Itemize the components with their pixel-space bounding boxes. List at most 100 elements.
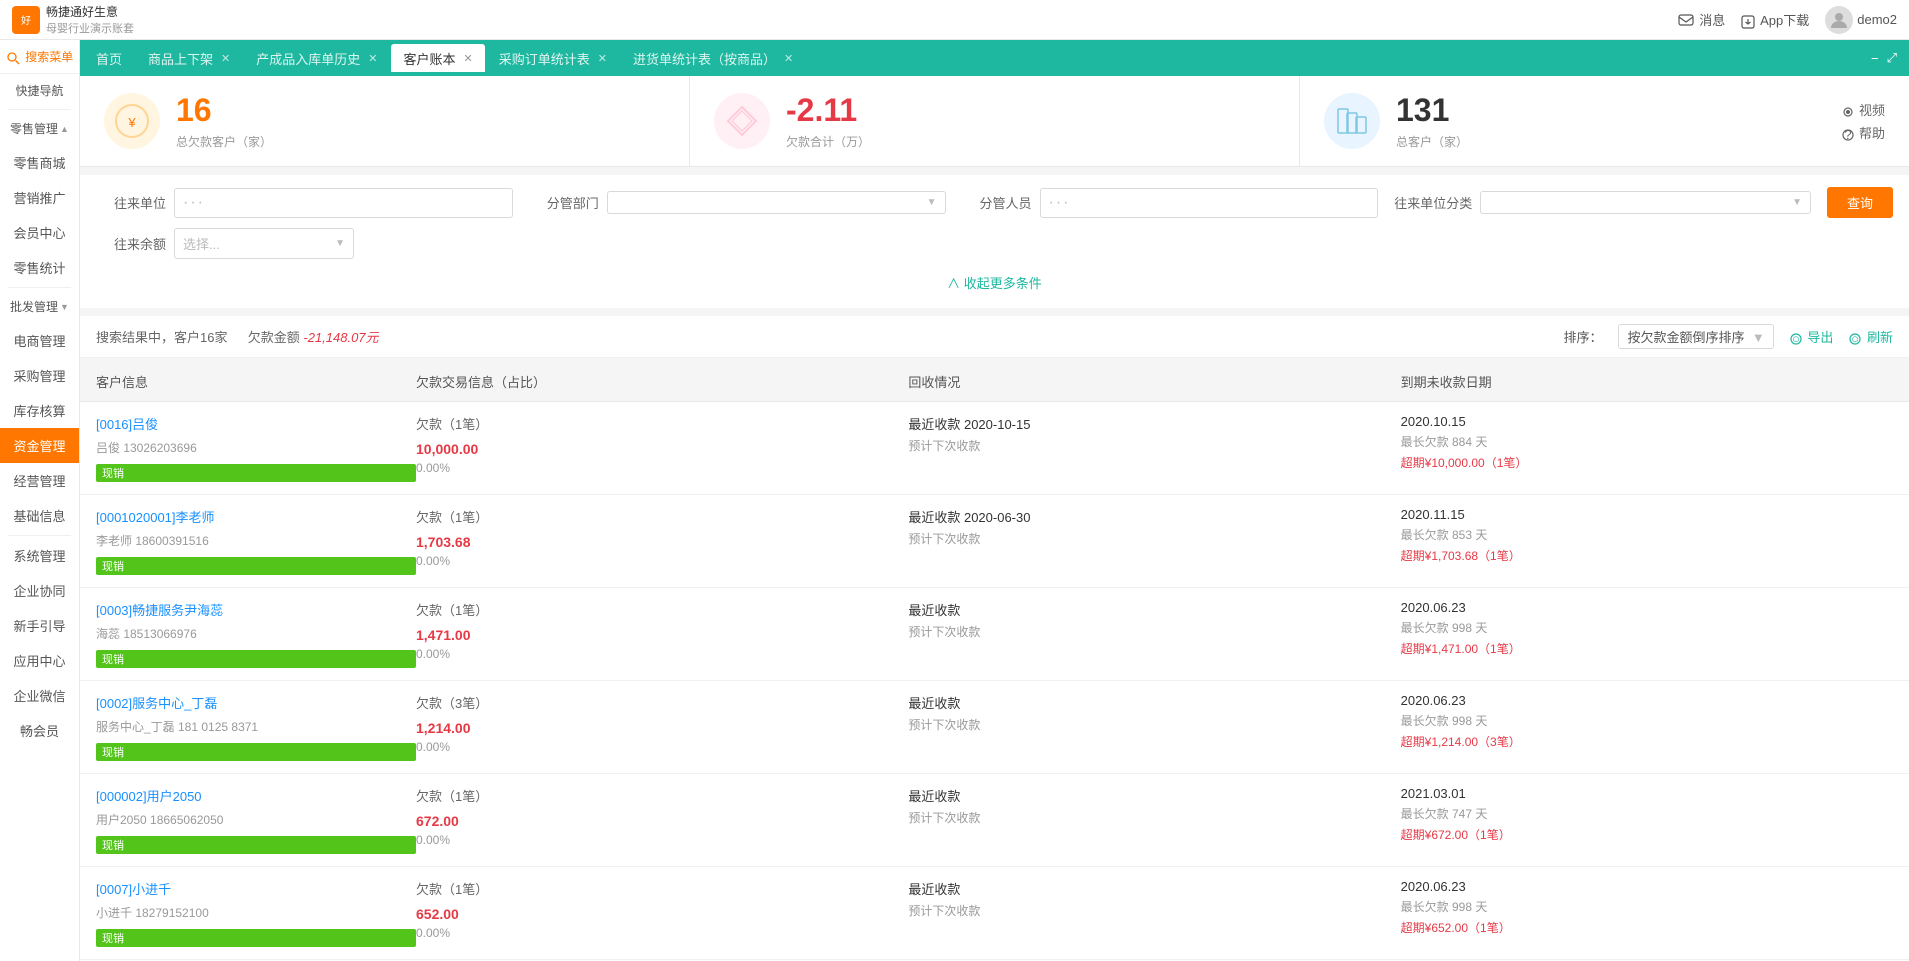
collapse-label: 收起更多条件 <box>964 276 1042 291</box>
message-btn[interactable]: 消息 <box>1678 10 1726 30</box>
overdue-link-0[interactable]: 超期¥10,000.00（1笔） <box>1401 454 1893 471</box>
customer-badge-0: 现销 <box>96 464 416 482</box>
header-overdue-date: 到期未收款日期 <box>1401 372 1893 391</box>
debt-count-1: 欠款（1笔） <box>416 507 908 526</box>
customer-name-1[interactable]: [0001020001]李老师 <box>96 507 416 526</box>
balance-label: 往来余额 <box>96 234 166 253</box>
dept-input[interactable]: ▼ <box>607 191 946 214</box>
page-content: ¥ 16 总欠款客户（家） -2.11 欠款合计（万） <box>80 76 1909 961</box>
filter-balance: 往来余额 选择... ▼ <box>96 228 1893 259</box>
tab-close-stock[interactable]: ✕ <box>784 52 793 65</box>
customer-cell-4: [000002]用户2050 用户2050 18665062050 现销 <box>96 786 416 854</box>
customer-badge-3: 现销 <box>96 743 416 761</box>
view-btn[interactable]: 视频 <box>1842 100 1885 119</box>
customer-name-4[interactable]: [000002]用户2050 <box>96 786 416 805</box>
tab-close-goods[interactable]: ✕ <box>221 52 230 65</box>
overdue-link-5[interactable]: 超期¥652.00（1笔） <box>1401 919 1893 936</box>
results-actions: 排序： 按欠款金额倒序排序 ▼ ○ 导出 ○ 刷新 <box>1563 324 1893 349</box>
debt-ratio-0: 0.00% <box>416 461 908 475</box>
unit-type-input[interactable]: ▼ <box>1480 191 1811 214</box>
app-download-btn[interactable]: App下载 <box>1741 10 1809 29</box>
sidebar-item-quick-nav[interactable]: 快捷导航 <box>0 74 79 107</box>
stat-icon-total <box>1324 93 1380 149</box>
customer-name-2[interactable]: [0003]畅捷服务尹海蕊 <box>96 600 416 619</box>
tab-close-customer[interactable]: ✕ <box>464 52 473 65</box>
stat-amount-label: 欠款合计（万） <box>786 133 870 150</box>
debt-cell-2: 欠款（1笔） 1,471.00 0.00% <box>416 600 908 661</box>
tab-maximize-btn[interactable]: ⤢ <box>1887 50 1897 66</box>
customer-sub-1: 李老师 18600391516 <box>96 532 416 549</box>
logo-area: 好 畅捷通好生意 母婴行业演示账套 <box>12 3 134 36</box>
stat-actions: 视频 ? 帮助 <box>1842 100 1885 142</box>
customer-name-0[interactable]: [0016]吕俊 <box>96 414 416 433</box>
logo-icon: 好 <box>12 6 40 34</box>
customer-sub-5: 小进千 18279152100 <box>96 904 416 921</box>
tab-minimize-btn[interactable]: − <box>1871 51 1879 66</box>
filter-unit-type: 往来单位分类 ▼ <box>1394 191 1811 214</box>
sidebar-item-inventory[interactable]: 库存核算 <box>0 393 79 428</box>
table-row: [0003]畅捷服务尹海蕊 海蕊 18513066976 现销 欠款（1笔） 1… <box>80 588 1909 681</box>
sidebar-search-area[interactable]: 搜索菜单 <box>0 40 79 74</box>
sidebar-item-finance[interactable]: 资金管理 <box>0 428 79 463</box>
sidebar-item-app-center[interactable]: 应用中心 <box>0 643 79 678</box>
sidebar-item-members[interactable]: 会员中心 <box>0 215 79 250</box>
sidebar-item-retail-stats[interactable]: 零售统计 <box>0 250 79 285</box>
from-unit-label: 往来单位 <box>96 193 166 212</box>
logo-sub: 母婴行业演示账套 <box>46 20 134 36</box>
debt-count-0: 欠款（1笔） <box>416 414 908 433</box>
debt-cell-3: 欠款（3笔） 1,214.00 0.00% <box>416 693 908 754</box>
overdue-link-4[interactable]: 超期¥672.00（1笔） <box>1401 826 1893 843</box>
sort-select[interactable]: 按欠款金额倒序排序 ▼ <box>1618 324 1773 349</box>
sidebar-item-retail-mgmt[interactable]: 零售管理 ▲ <box>0 112 79 145</box>
customer-sub-2: 海蕊 18513066976 <box>96 625 416 642</box>
stat-icon-overdue: ¥ <box>104 93 160 149</box>
debt-cell-1: 欠款（1笔） 1,703.68 0.00% <box>416 507 908 568</box>
sidebar-item-retail-mall[interactable]: 零售商城 <box>0 145 79 180</box>
sidebar-item-system[interactable]: 系统管理 <box>0 538 79 573</box>
debt-count-4: 欠款（1笔） <box>416 786 908 805</box>
svg-text:○: ○ <box>1851 333 1859 345</box>
customer-name-3[interactable]: [0002]服务中心_丁磊 <box>96 693 416 712</box>
sidebar-item-operations[interactable]: 经营管理 <box>0 463 79 498</box>
content-area: 首页 商品上下架 ✕ 产成品入库单历史 ✕ 客户账本 ✕ 采购订单统计表 ✕ <box>80 40 1909 961</box>
export-btn[interactable]: ○ 导出 <box>1790 327 1834 346</box>
sidebar-item-newbie[interactable]: 新手引导 <box>0 608 79 643</box>
sidebar-item-enterprise[interactable]: 企业协同 <box>0 573 79 608</box>
sidebar-item-batch-mgmt[interactable]: 批发管理 ▼ <box>0 290 79 323</box>
payback-cell-4: 最近收款 预计下次收款 <box>908 786 1400 826</box>
customer-name-5[interactable]: [0007]小进千 <box>96 879 416 898</box>
search-button[interactable]: 查询 <box>1827 187 1893 218</box>
overdue-link-3[interactable]: 超期¥1,214.00（3笔） <box>1401 733 1893 750</box>
tab-stock-stats[interactable]: 进货单统计表（按商品） ✕ <box>621 44 805 72</box>
balance-input[interactable]: 选择... ▼ <box>174 228 354 259</box>
sidebar-item-ecommerce[interactable]: 电商管理 <box>0 323 79 358</box>
tab-purchase-stats[interactable]: 采购订单统计表 ✕ <box>487 44 619 72</box>
dept-arrow-icon: ▼ <box>927 197 937 208</box>
stat-icon-amount <box>714 93 770 149</box>
sidebar-item-marketing[interactable]: 营销推广 <box>0 180 79 215</box>
user-avatar[interactable]: demo2 <box>1825 6 1897 34</box>
refresh-btn[interactable]: ○ 刷新 <box>1849 327 1893 346</box>
sidebar-item-wechat[interactable]: 企业微信 <box>0 678 79 713</box>
header-debt-info: 欠款交易信息（占比） <box>416 372 908 391</box>
tab-home[interactable]: 首页 <box>84 44 134 72</box>
tab-close-product[interactable]: ✕ <box>368 52 377 65</box>
overdue-link-2[interactable]: 超期¥1,471.00（1笔） <box>1401 640 1893 657</box>
sidebar-item-vip[interactable]: 畅会员 <box>0 713 79 748</box>
person-input[interactable]: ··· <box>1040 188 1379 218</box>
tab-close-purchase[interactable]: ✕ <box>598 52 607 65</box>
debt-amount-1: 1,703.68 <box>416 534 908 550</box>
debt-cell-4: 欠款（1笔） 672.00 0.00% <box>416 786 908 847</box>
overdue-link-1[interactable]: 超期¥1,703.68（1笔） <box>1401 547 1893 564</box>
tab-product-history[interactable]: 产成品入库单历史 ✕ <box>244 44 389 72</box>
collapse-bar[interactable]: ∧ 收起更多条件 <box>96 269 1893 296</box>
help-btn[interactable]: ? 帮助 <box>1842 123 1885 142</box>
sidebar-item-purchase[interactable]: 采购管理 <box>0 358 79 393</box>
from-unit-input[interactable]: ··· <box>174 188 513 218</box>
tab-customer-account[interactable]: 客户账本 ✕ <box>391 44 484 72</box>
sidebar: 搜索菜单 快捷导航 零售管理 ▲ 零售商城 营销推广 会员中心 零售统计 批发管… <box>0 40 80 961</box>
filter-dept: 分管部门 ▼ <box>529 191 946 214</box>
tab-goods-on-off[interactable]: 商品上下架 ✕ <box>136 44 242 72</box>
table-row: [0002]服务中心_丁磊 服务中心_丁磊 181 0125 8371 现销 欠… <box>80 681 1909 774</box>
sidebar-item-basic-info[interactable]: 基础信息 <box>0 498 79 533</box>
